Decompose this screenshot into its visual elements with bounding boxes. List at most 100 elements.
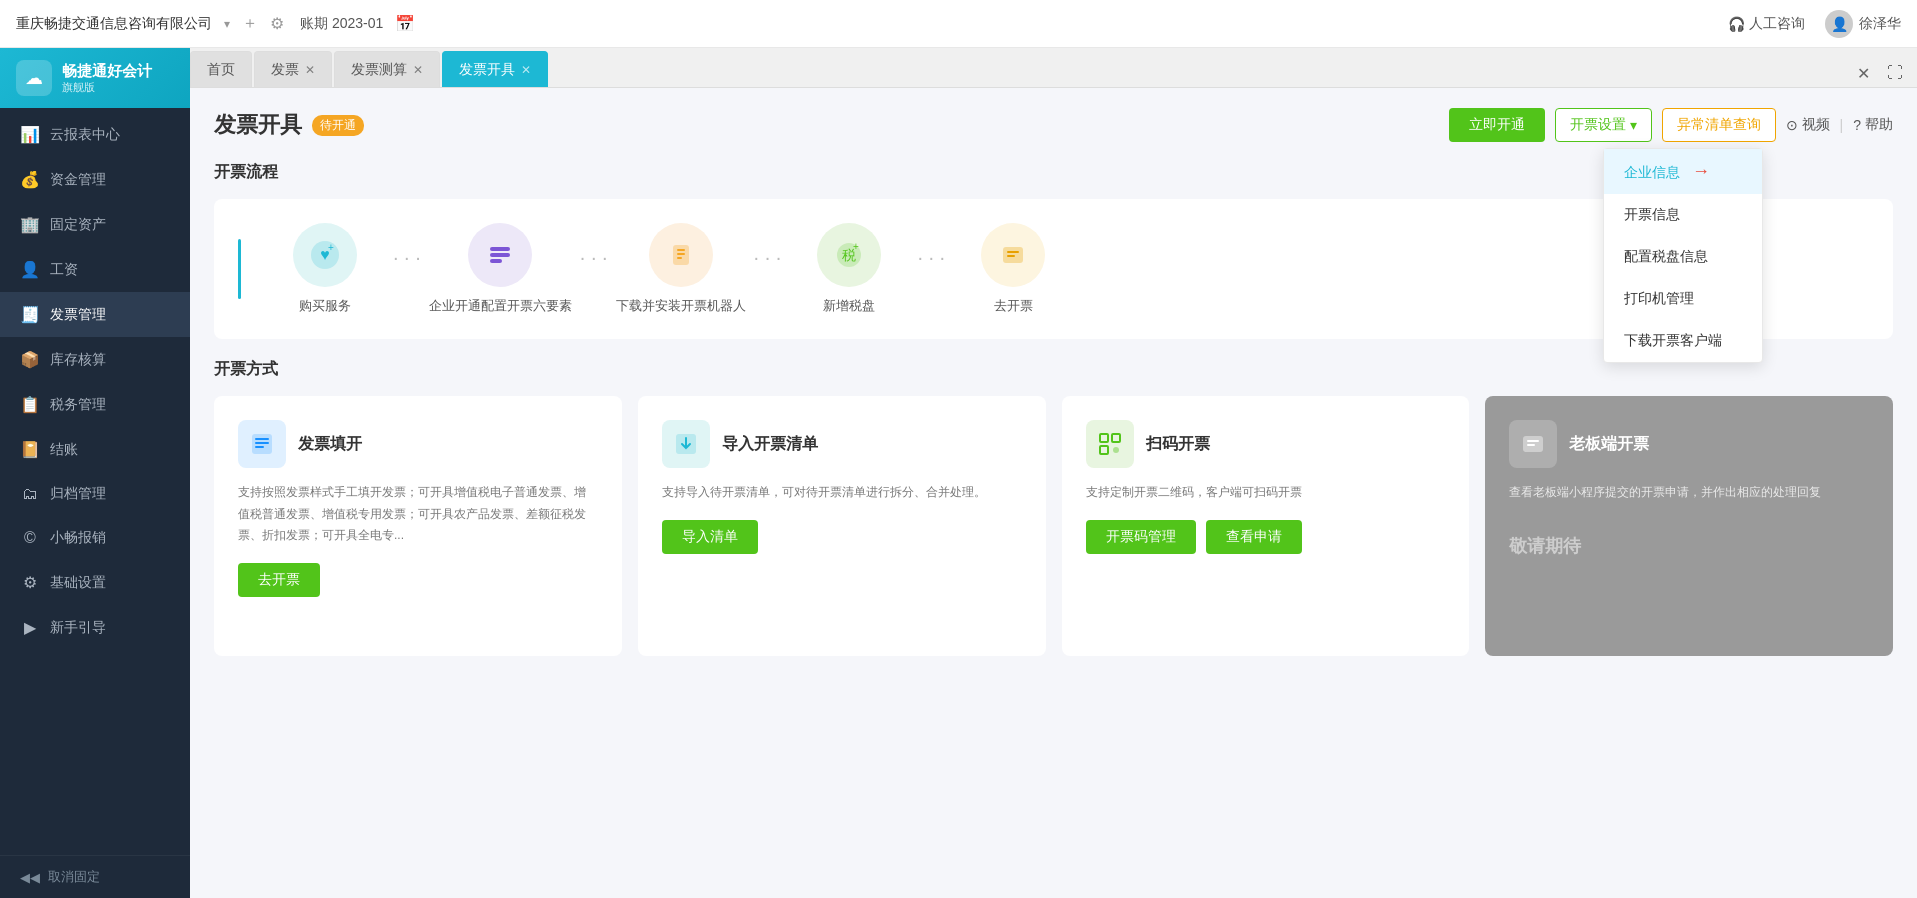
process-step-2: 企业开通配置开票六要素 <box>429 223 572 315</box>
page-header: 发票开具 待开通 立即开通 开票设置 ▾ 异常清单查询 ⊙ 视频 | <box>214 108 1893 142</box>
process-arrow: · · · <box>917 246 945 293</box>
calendar-icon[interactable]: 📅 <box>395 14 415 33</box>
card-title-boss: 老板端开票 <box>1569 434 1649 455</box>
dropdown-item-qiyeinfo[interactable]: 企业信息 → <box>1604 149 1762 194</box>
view-apply-button[interactable]: 查看申请 <box>1206 520 1302 554</box>
process-arrow: · · · <box>393 246 421 293</box>
abnormal-button[interactable]: 异常清单查询 <box>1662 108 1776 142</box>
tab-close-icon[interactable]: ✕ <box>305 63 315 77</box>
headset-icon: 🎧 <box>1728 16 1745 32</box>
activate-button[interactable]: 立即开通 <box>1449 108 1545 142</box>
dropdown-item-dayin[interactable]: 打印机管理 <box>1604 278 1762 320</box>
video-button[interactable]: ⊙ 视频 <box>1786 116 1830 134</box>
sidebar-item-gongzi[interactable]: 👤 工资 <box>0 247 190 292</box>
sidebar-item-label: 库存核算 <box>50 351 106 369</box>
dropdown-arrow-icon[interactable]: ▾ <box>224 17 230 31</box>
dropdown-item-peizhi[interactable]: 配置税盘信息 <box>1604 236 1762 278</box>
sidebar-item-guding[interactable]: 🏢 固定资产 <box>0 202 190 247</box>
card-desc-import: 支持导入待开票清单，可对待开票清单进行拆分、合并处理。 <box>662 482 1022 504</box>
status-badge: 待开通 <box>312 115 364 136</box>
fill-button[interactable]: 去开票 <box>238 563 320 597</box>
page-content: 发票开具 待开通 立即开通 开票设置 ▾ 异常清单查询 ⊙ 视频 | <box>190 88 1917 898</box>
qr-manage-button[interactable]: 开票码管理 <box>1086 520 1196 554</box>
svg-rect-26 <box>1527 440 1539 442</box>
close-tab-button[interactable]: ✕ <box>1849 59 1877 87</box>
svg-rect-15 <box>1007 255 1015 257</box>
sidebar-item-label: 税务管理 <box>50 396 106 414</box>
coming-soon-text: 敬请期待 <box>1509 534 1869 558</box>
settings-dropdown: 企业信息 → 开票信息 配置税盘信息 打印机管理 下 <box>1603 148 1763 363</box>
process-icon-2 <box>468 223 532 287</box>
svg-rect-14 <box>1007 251 1019 253</box>
billing-card-fill: 发票填开 支持按照发票样式手工填开发票；可开具增值税电子普通发票、增值税普通发票… <box>214 396 622 656</box>
sidebar-item-shuiwu[interactable]: 📋 税务管理 <box>0 382 190 427</box>
svg-text:+: + <box>328 242 334 253</box>
sidebar-item-xinshou[interactable]: ▶ 新手引导 <box>0 605 190 650</box>
sidebar-item-guidang[interactable]: 🗂 归档管理 <box>0 472 190 516</box>
sidebar-item-label: 归档管理 <box>50 485 106 503</box>
billing-card-scan: 扫码开票 支持定制开票二维码，客户端可扫码开票 开票码管理 查看申请 <box>1062 396 1470 656</box>
tab-label: 发票 <box>271 61 299 79</box>
svg-rect-5 <box>490 259 502 263</box>
sidebar-item-label: 工资 <box>50 261 78 279</box>
logo-subtitle: 旗舰版 <box>62 80 152 95</box>
cancel-pin-button[interactable]: ◀◀ 取消固定 <box>0 855 190 898</box>
process-icon-4: 税+ <box>817 223 881 287</box>
settings-button[interactable]: 开票设置 ▾ <box>1555 108 1652 142</box>
card-header-scan: 扫码开票 <box>1086 420 1446 468</box>
content-area: 首页 发票 ✕ 发票测算 ✕ 发票开具 ✕ ✕ ⛶ <box>190 48 1917 898</box>
settings-icon[interactable]: ⚙ <box>270 14 284 33</box>
sidebar-nav: 📊 云报表中心 💰 资金管理 🏢 固定资产 👤 工资 🧾 发票管理 📦 <box>0 108 190 855</box>
tab-fapiao[interactable]: 发票 ✕ <box>254 51 332 87</box>
sidebar-item-jiezhang[interactable]: 📔 结账 <box>0 427 190 472</box>
sidebar-item-zijin[interactable]: 💰 资金管理 <box>0 157 190 202</box>
tab-close-icon[interactable]: ✕ <box>413 63 423 77</box>
consult-button[interactable]: 🎧 人工咨询 <box>1728 15 1805 33</box>
tab-home[interactable]: 首页 <box>190 51 252 87</box>
svg-rect-27 <box>1527 444 1535 446</box>
tab-cesuan[interactable]: 发票测算 ✕ <box>334 51 440 87</box>
svg-rect-22 <box>1112 434 1120 442</box>
sidebar-item-yunbao[interactable]: 📊 云报表中心 <box>0 112 190 157</box>
process-label-5: 去开票 <box>994 297 1033 315</box>
maximize-button[interactable]: ⛶ <box>1881 59 1909 87</box>
help-button[interactable]: ? 帮助 <box>1853 116 1893 134</box>
avatar: 👤 <box>1825 10 1853 38</box>
process-step-3: 下载并安装开票机器人 <box>616 223 746 315</box>
process-step-1: ♥+ 购买服务 <box>265 223 385 315</box>
card-title-scan: 扫码开票 <box>1146 434 1210 455</box>
dropdown-item-xiazai[interactable]: 下载开票客户端 <box>1604 320 1762 362</box>
svg-rect-4 <box>490 253 510 257</box>
book-icon: 📔 <box>20 440 40 459</box>
sidebar-item-label: 小畅报销 <box>50 529 106 547</box>
tab-close-icon[interactable]: ✕ <box>521 63 531 77</box>
money-icon: 💰 <box>20 170 40 189</box>
billing-section: 开票方式 发票填开 支持按照发票样式手工填开发票；可开具增值税电子普通发票、增值… <box>214 359 1893 656</box>
sidebar-item-label: 新手引导 <box>50 619 106 637</box>
box-icon: 📦 <box>20 350 40 369</box>
sidebar-item-jichushezhi[interactable]: ⚙ 基础设置 <box>0 560 190 605</box>
svg-rect-8 <box>677 253 685 255</box>
tab-kaiju[interactable]: 发票开具 ✕ <box>442 51 548 87</box>
scan-icon <box>1086 420 1134 468</box>
process-arrow: · · · <box>580 246 608 293</box>
sidebar-item-kucun[interactable]: 📦 库存核算 <box>0 337 190 382</box>
building-icon: 🏢 <box>20 215 40 234</box>
svg-point-24 <box>1113 447 1119 453</box>
card-header-import: 导入开票清单 <box>662 420 1022 468</box>
logo-icon: ☁ <box>16 60 52 96</box>
process-bar <box>238 239 241 299</box>
pin-icon: ◀◀ <box>20 870 40 885</box>
process-icon-3 <box>649 223 713 287</box>
dropdown-item-kaipiainfo[interactable]: 开票信息 <box>1604 194 1762 236</box>
sidebar-item-fapiao[interactable]: 🧾 发票管理 <box>0 292 190 337</box>
page-title: 发票开具 <box>214 110 302 140</box>
tab-label: 发票测算 <box>351 61 407 79</box>
import-button[interactable]: 导入清单 <box>662 520 758 554</box>
add-icon[interactable]: ＋ <box>242 13 258 34</box>
svg-rect-7 <box>677 249 685 251</box>
card-title-import: 导入开票清单 <box>722 434 818 455</box>
process-label-4: 新增税盘 <box>823 297 875 315</box>
user-menu[interactable]: 👤 徐泽华 <box>1825 10 1901 38</box>
sidebar-item-xiaochang[interactable]: © 小畅报销 <box>0 516 190 560</box>
